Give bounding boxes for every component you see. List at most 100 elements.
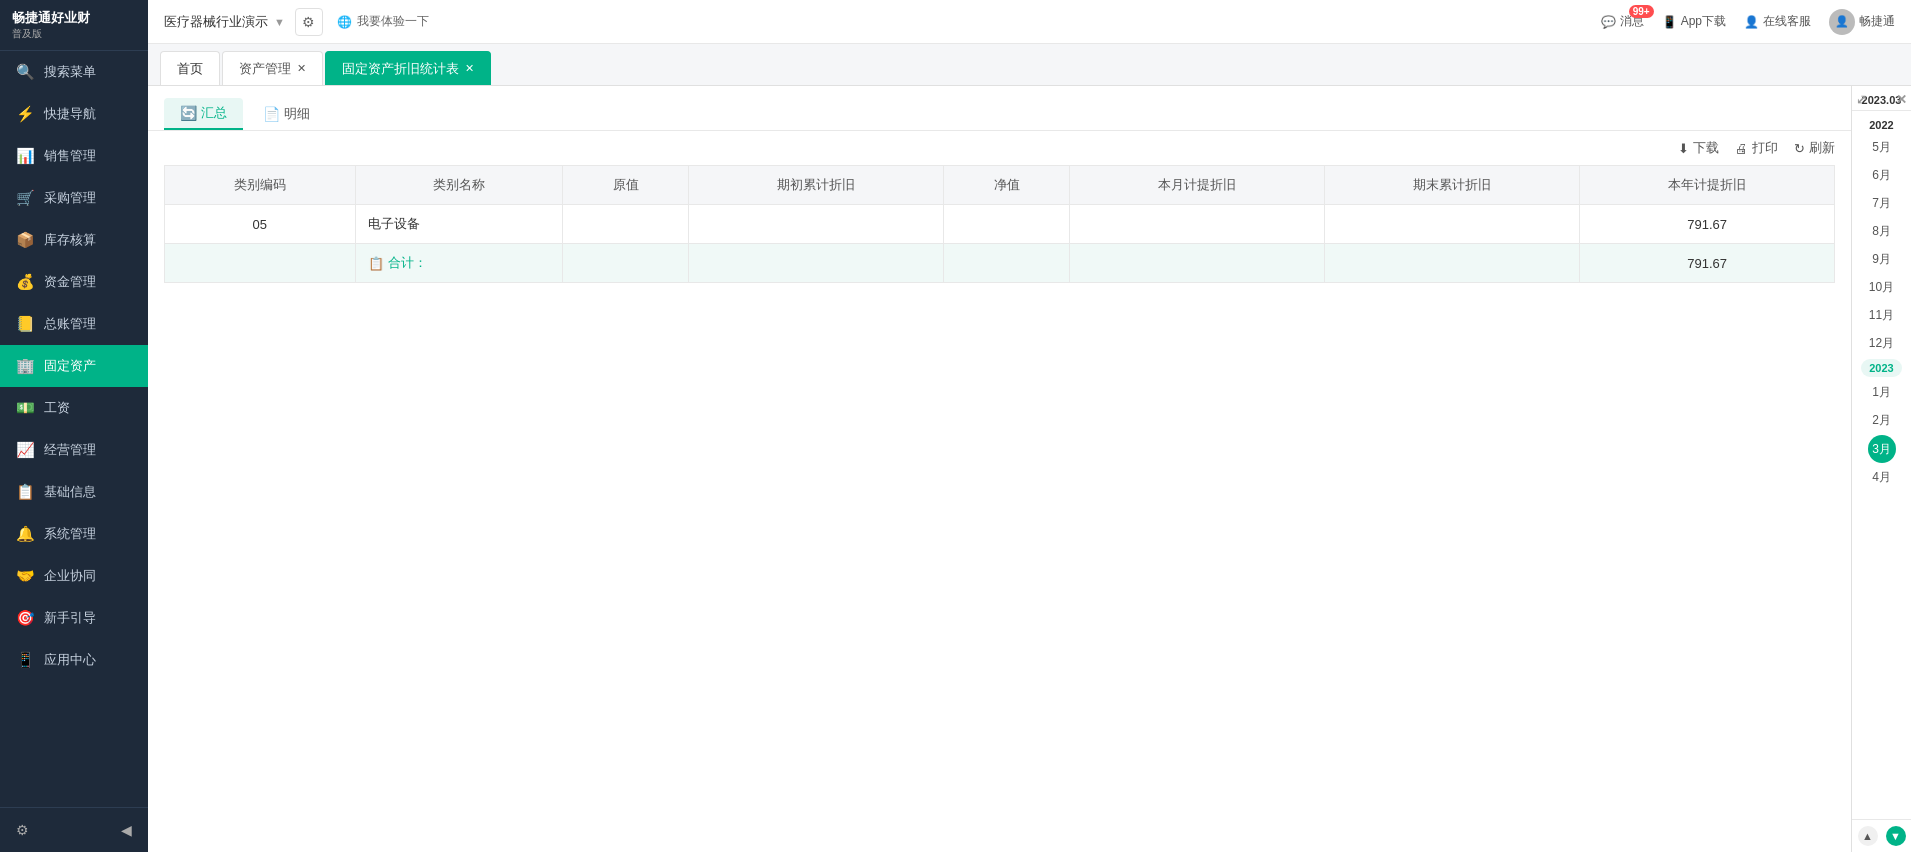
tabs-bar: 首页 资产管理 ✕ 固定资产折旧统计表 ✕ (148, 44, 1911, 86)
sidebar-item-label: 资金管理 (44, 273, 96, 291)
row-annual-depreciation: 791.67 (1580, 205, 1835, 244)
app-download-button[interactable]: 📱 App下载 (1662, 13, 1726, 30)
sidebar-scroll: 🔍 搜索菜单 ⚡ 快捷导航 📊 销售管理 🛒 采购管理 📦 库存核算 💰 资金管… (0, 51, 148, 807)
sidebar-item-label: 工资 (44, 399, 70, 417)
month-2022-09[interactable]: 9月 (1856, 246, 1907, 273)
operations-icon: 📈 (16, 441, 34, 459)
tab-home[interactable]: 首页 (160, 51, 220, 85)
notifications-button[interactable]: 💬 消息 99+ (1601, 13, 1644, 30)
month-2022-12[interactable]: 12月 (1856, 330, 1907, 357)
tab-asset-mgmt-close[interactable]: ✕ (297, 62, 306, 75)
online-service-button[interactable]: 👤 在线客服 (1744, 13, 1811, 30)
col-original-value: 原值 (563, 166, 689, 205)
print-button[interactable]: 🖨 打印 (1735, 139, 1778, 157)
download-button[interactable]: ⬇ 下载 (1678, 139, 1719, 157)
sidebar-collapse-button[interactable]: ◀ (117, 818, 136, 842)
app-version: 普及版 (12, 27, 90, 40)
date-nav-up[interactable]: ▲ (1858, 826, 1878, 846)
sidebar-item-purchase[interactable]: 🛒 采购管理 (0, 177, 148, 219)
col-period-end-depreciation: 期末累计折旧 (1325, 166, 1580, 205)
tab-asset-mgmt[interactable]: 资产管理 ✕ (222, 51, 323, 85)
col-code: 类别编码 (165, 166, 356, 205)
month-2022-10[interactable]: 10月 (1856, 274, 1907, 301)
sidebar-item-quick-nav[interactable]: ⚡ 快捷导航 (0, 93, 148, 135)
tab-fixed-asset-report-label: 固定资产折旧统计表 (342, 60, 459, 78)
row-initial-depreciation (689, 205, 944, 244)
col-monthly-depreciation: 本月计提折旧 (1070, 166, 1325, 205)
sidebar-item-basic-info[interactable]: 📋 基础信息 (0, 471, 148, 513)
row-net-value (944, 205, 1070, 244)
month-2023-03[interactable]: 3月 (1868, 435, 1896, 463)
app-center-icon: 📱 (16, 651, 34, 669)
sidebar-settings-button[interactable]: ⚙ (12, 818, 33, 842)
experience-button[interactable]: 🌐 我要体验一下 (337, 13, 429, 30)
sidebar-item-finance[interactable]: 💰 资金管理 (0, 261, 148, 303)
subtab-detail[interactable]: 📄 明细 (247, 99, 326, 129)
system-icon: 🔔 (16, 525, 34, 543)
subtabs: 🔄 汇总 📄 明细 (148, 86, 1851, 131)
month-2023-02[interactable]: 2月 (1856, 407, 1907, 434)
month-2022-07[interactable]: 7月 (1856, 190, 1907, 217)
search-icon: 🔍 (16, 63, 34, 81)
payroll-icon: 💵 (16, 399, 34, 417)
close-panel-icon[interactable]: ✕ (1896, 92, 1907, 107)
sidebar-item-label: 固定资产 (44, 357, 96, 375)
refresh-button[interactable]: ↻ 刷新 (1794, 139, 1835, 157)
tab-fixed-asset-report[interactable]: 固定资产折旧统计表 ✕ (325, 51, 491, 85)
sidebar-item-ledger[interactable]: 📒 总账管理 (0, 303, 148, 345)
sidebar-item-label: 快捷导航 (44, 105, 96, 123)
table-row: 05 电子设备 791.67 (165, 205, 1835, 244)
basic-info-icon: 📋 (16, 483, 34, 501)
subtab-summary[interactable]: 🔄 汇总 (164, 98, 243, 130)
download-icon: 📱 (1662, 15, 1677, 29)
refresh-label: 刷新 (1809, 139, 1835, 157)
print-label: 打印 (1752, 139, 1778, 157)
subtab-summary-label: 汇总 (201, 104, 227, 122)
expand-icon: 📋 (368, 256, 384, 271)
total-initial-depreciation (689, 244, 944, 283)
content-area: 🔄 汇总 📄 明细 ⬇ 下载 🖨 打印 ↻ (148, 86, 1911, 852)
depreciation-table: 类别编码 类别名称 原值 期初累计折旧 净值 本月计提折旧 期末累计折旧 本年计… (164, 165, 1835, 283)
sidebar-item-label: 新手引导 (44, 609, 96, 627)
quick-nav-icon: ⚡ (16, 105, 34, 123)
notifications-badge: 99+ (1629, 5, 1654, 18)
topbar: 医疗器械行业演示 ▼ ⚙ 🌐 我要体验一下 💬 消息 99+ 📱 App下载 👤… (148, 0, 1911, 44)
expand-panel-icon[interactable]: ⤢ (1856, 92, 1867, 107)
sidebar-item-inventory[interactable]: 📦 库存核算 (0, 219, 148, 261)
sidebar-item-sales[interactable]: 📊 销售管理 (0, 135, 148, 177)
month-2023-04[interactable]: 4月 (1856, 464, 1907, 491)
enterprise-icon: 🤝 (16, 567, 34, 585)
total-annual-depreciation: 791.67 (1580, 244, 1835, 283)
sidebar-item-system[interactable]: 🔔 系统管理 (0, 513, 148, 555)
sidebar-item-guide[interactable]: 🎯 新手引导 (0, 597, 148, 639)
content-main: 🔄 汇总 📄 明细 ⬇ 下载 🖨 打印 ↻ (148, 86, 1851, 852)
sidebar-item-operations[interactable]: 📈 经营管理 (0, 429, 148, 471)
sidebar-item-enterprise[interactable]: 🤝 企业协同 (0, 555, 148, 597)
user-menu[interactable]: 👤 畅捷通 (1829, 9, 1895, 35)
row-original-value (563, 205, 689, 244)
sidebar-item-label: 经营管理 (44, 441, 96, 459)
date-nav-down[interactable]: ▼ (1886, 826, 1906, 846)
ledger-icon: 📒 (16, 315, 34, 333)
username: 畅捷通 (1859, 13, 1895, 30)
app-name: 畅捷通好业财 (12, 10, 90, 27)
tab-fixed-asset-report-close[interactable]: ✕ (465, 62, 474, 75)
sidebar-item-label: 系统管理 (44, 525, 96, 543)
sidebar-item-app-center[interactable]: 📱 应用中心 (0, 639, 148, 681)
col-initial-depreciation: 期初累计折旧 (689, 166, 944, 205)
sidebar-item-fixed-assets[interactable]: 🏢 固定资产 (0, 345, 148, 387)
settings-button[interactable]: ⚙ (295, 8, 323, 36)
col-annual-depreciation: 本年计提折旧 (1580, 166, 1835, 205)
month-2023-01[interactable]: 1月 (1856, 379, 1907, 406)
company-selector[interactable]: 医疗器械行业演示 ▼ (164, 13, 285, 31)
sidebar-item-label: 应用中心 (44, 651, 96, 669)
month-2022-05[interactable]: 5月 (1856, 134, 1907, 161)
month-2022-08[interactable]: 8月 (1856, 218, 1907, 245)
sidebar-item-search[interactable]: 🔍 搜索菜单 (0, 51, 148, 93)
month-2022-06[interactable]: 6月 (1856, 162, 1907, 189)
month-2022-11[interactable]: 11月 (1856, 302, 1907, 329)
sidebar-item-payroll[interactable]: 💵 工资 (0, 387, 148, 429)
total-code (165, 244, 356, 283)
download-label: 下载 (1693, 139, 1719, 157)
col-net-value: 净值 (944, 166, 1070, 205)
